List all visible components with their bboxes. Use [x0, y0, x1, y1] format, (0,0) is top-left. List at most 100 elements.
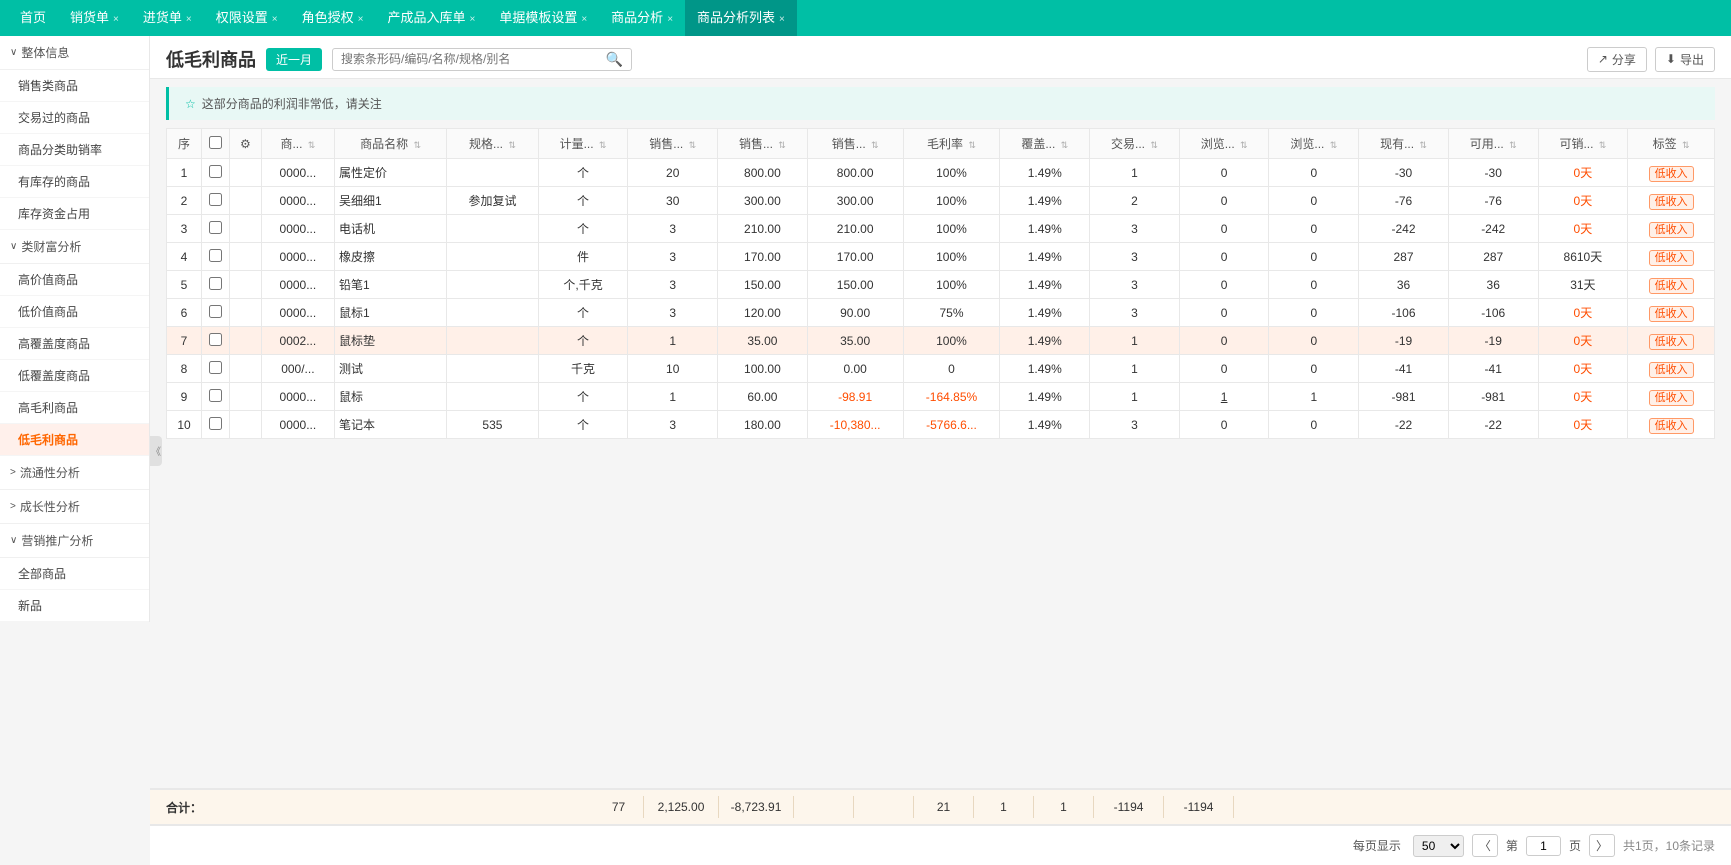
nav-item-首页[interactable]: 首页	[8, 0, 58, 36]
sidebar-item-交易过的商品[interactable]: 交易过的商品	[0, 102, 149, 134]
cell-sales-qty: 3	[628, 243, 718, 271]
nav-close-icon[interactable]: ×	[581, 14, 587, 25]
sidebar-item-低覆盖度商品[interactable]: 低覆盖度商品	[0, 360, 149, 392]
sidebar-group-整体信息[interactable]: ∨ 整体信息	[0, 36, 149, 70]
sidebar-collapse-btn[interactable]: 《	[150, 436, 162, 466]
nav-item-进货单[interactable]: 进货单×	[131, 0, 204, 36]
nav-close-icon[interactable]: ×	[469, 14, 475, 25]
col-header-check[interactable]	[202, 129, 230, 159]
cell-check[interactable]	[202, 159, 230, 187]
col-header-name[interactable]: 商品名称 ⇅	[335, 129, 447, 159]
col-header-tag[interactable]: 标签 ⇅	[1628, 129, 1715, 159]
cell-check[interactable]	[202, 355, 230, 383]
row-checkbox[interactable]	[209, 165, 222, 178]
nav-item-商品分析[interactable]: 商品分析×	[599, 0, 685, 36]
search-icon[interactable]: 🔍	[606, 51, 623, 68]
sidebar-item-有库存的商品[interactable]: 有库存的商品	[0, 166, 149, 198]
col-header-unit[interactable]: 计量... ⇅	[538, 129, 628, 159]
footer-label: 合计：	[166, 799, 202, 816]
select-all-checkbox[interactable]	[209, 136, 222, 149]
col-header-gross-margin[interactable]: 毛利率 ⇅	[903, 129, 1000, 159]
cell-check[interactable]	[202, 215, 230, 243]
nav-close-icon[interactable]: ×	[358, 14, 364, 25]
cell-spec	[447, 383, 538, 411]
sidebar-item-全部商品[interactable]: 全部商品	[0, 558, 149, 590]
page-number-input[interactable]	[1526, 836, 1561, 856]
col-header-sales-profit[interactable]: 销售... ⇅	[807, 129, 903, 159]
cell-sales-qty: 1	[628, 327, 718, 355]
search-input[interactable]	[341, 52, 606, 66]
col-header-settings[interactable]: ⚙	[230, 129, 262, 159]
cell-transaction: 3	[1090, 299, 1180, 327]
col-header-current-stock[interactable]: 现有... ⇅	[1359, 129, 1449, 159]
nav-close-icon[interactable]: ×	[667, 14, 673, 25]
cell-check[interactable]	[202, 411, 230, 439]
row-checkbox[interactable]	[209, 193, 222, 206]
per-page-select[interactable]: 50 100 200	[1413, 835, 1464, 857]
sidebar-item-低毛利商品[interactable]: 低毛利商品	[0, 424, 149, 456]
cell-check[interactable]	[202, 271, 230, 299]
export-button[interactable]: ⬇ 导出	[1655, 47, 1715, 72]
nav-close-icon[interactable]: ×	[272, 14, 278, 25]
col-header-transaction[interactable]: 交易... ⇅	[1090, 129, 1180, 159]
col-header-views1[interactable]: 浏览... ⇅	[1179, 129, 1269, 159]
col-header-sales-price[interactable]: 销售... ⇅	[718, 129, 808, 159]
nav-close-icon[interactable]: ×	[779, 14, 785, 25]
cell-check[interactable]	[202, 299, 230, 327]
nav-item-角色授权[interactable]: 角色授权×	[290, 0, 376, 36]
cell-current-stock: -106	[1359, 299, 1449, 327]
cell-code: 0000...	[261, 299, 334, 327]
cell-unit: 个	[538, 411, 628, 439]
row-checkbox[interactable]	[209, 277, 222, 290]
share-button[interactable]: ↗ 分享	[1587, 47, 1647, 72]
cell-unit: 件	[538, 243, 628, 271]
sidebar-item-高覆盖度商品[interactable]: 高覆盖度商品	[0, 328, 149, 360]
row-checkbox[interactable]	[209, 333, 222, 346]
row-checkbox[interactable]	[209, 249, 222, 262]
date-filter-button[interactable]: 近一月	[266, 48, 322, 71]
sidebar-group-流通性分析[interactable]: > 流通性分析	[0, 456, 149, 490]
cell-check[interactable]	[202, 383, 230, 411]
cell-check[interactable]	[202, 187, 230, 215]
nav-item-权限设置[interactable]: 权限设置×	[204, 0, 290, 36]
col-header-coverage[interactable]: 覆盖... ⇅	[1000, 129, 1090, 159]
sidebar-item-销售类商品[interactable]: 销售类商品	[0, 70, 149, 102]
nav-item-单据模板设置[interactable]: 单据模板设置×	[487, 0, 599, 36]
nav-item-产成品入库单[interactable]: 产成品入库单×	[375, 0, 487, 36]
sidebar-item-高价值商品[interactable]: 高价值商品	[0, 264, 149, 296]
sidebar-item-低价值商品[interactable]: 低价值商品	[0, 296, 149, 328]
sidebar-group-类财富分析[interactable]: ∨ 类财富分析	[0, 230, 149, 264]
col-header-spec[interactable]: 规格... ⇅	[447, 129, 538, 159]
prev-page-button[interactable]: 〈	[1472, 834, 1498, 857]
cell-sales-price: 210.00	[718, 215, 808, 243]
row-checkbox[interactable]	[209, 389, 222, 402]
col-header-sellable-days[interactable]: 可销... ⇅	[1538, 129, 1628, 159]
sidebar-item-商品分类助销率[interactable]: 商品分类助销率	[0, 134, 149, 166]
nav-item-商品分析列表[interactable]: 商品分析列表×	[685, 0, 797, 36]
cell-views1[interactable]: 1	[1179, 383, 1269, 411]
nav-close-icon[interactable]: ×	[113, 14, 119, 25]
row-checkbox[interactable]	[209, 417, 222, 430]
sidebar-group-营销推广分析[interactable]: ∨ 营销推广分析	[0, 524, 149, 558]
col-header-code[interactable]: 商... ⇅	[261, 129, 334, 159]
row-checkbox[interactable]	[209, 305, 222, 318]
col-header-views2[interactable]: 浏览... ⇅	[1269, 129, 1359, 159]
cell-tag: 低收入	[1628, 187, 1715, 215]
sidebar-item-库存资金占用[interactable]: 库存资金占用	[0, 198, 149, 230]
col-header-available-stock[interactable]: 可用... ⇅	[1448, 129, 1538, 159]
sidebar-group-成长性分析[interactable]: > 成长性分析	[0, 490, 149, 524]
nav-item-销货单[interactable]: 销货单×	[58, 0, 131, 36]
cell-available-stock: -106	[1448, 299, 1538, 327]
row-checkbox[interactable]	[209, 361, 222, 374]
cell-unit: 个	[538, 299, 628, 327]
col-header-sales-qty[interactable]: 销售... ⇅	[628, 129, 718, 159]
page-unit: 页	[1569, 837, 1581, 854]
cell-check[interactable]	[202, 243, 230, 271]
sidebar-item-高毛利商品[interactable]: 高毛利商品	[0, 392, 149, 424]
nav-close-icon[interactable]: ×	[186, 14, 192, 25]
sidebar-item-新品[interactable]: 新品	[0, 590, 149, 622]
next-page-button[interactable]: 〉	[1589, 834, 1615, 857]
row-checkbox[interactable]	[209, 221, 222, 234]
cell-sales-qty: 20	[628, 159, 718, 187]
cell-check[interactable]	[202, 327, 230, 355]
